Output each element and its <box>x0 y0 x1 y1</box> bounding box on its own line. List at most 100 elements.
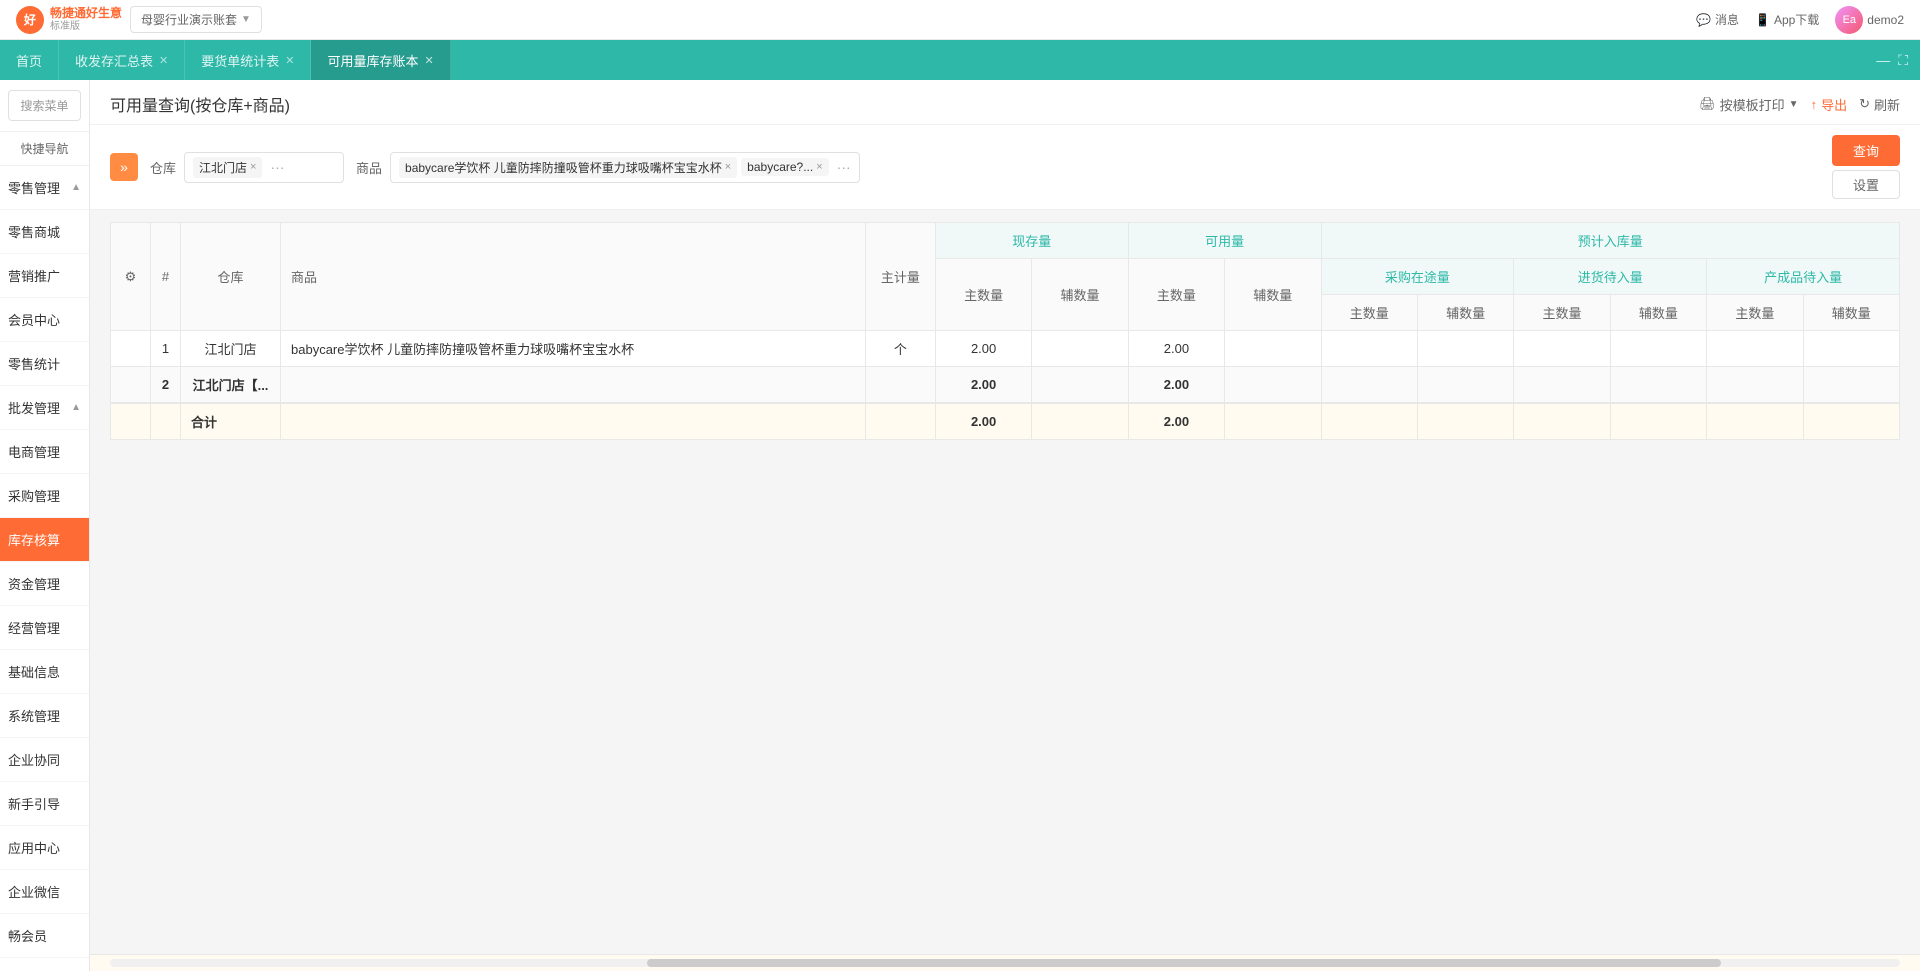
minimize-icon[interactable]: — <box>1876 52 1890 68</box>
product-dots[interactable]: ··· <box>837 159 851 175</box>
system-label: 系统管理 <box>8 706 60 725</box>
sidebar-item-batch-mgmt[interactable]: 批发管理 ▲ <box>0 386 89 430</box>
tab-close-all: — ⛶ <box>1864 40 1920 80</box>
product-input[interactable]: babycare学饮杯 儿童防摔防撞吸管杯重力球吸嘴杯宝宝水杯 × babyca… <box>390 152 860 183</box>
filter-toggle-btn[interactable]: » <box>110 153 138 181</box>
tab-available[interactable]: 可用量库存账本 ✕ <box>311 40 450 80</box>
tab-orders[interactable]: 要货单统计表 ✕ <box>185 40 311 80</box>
product-tag-2-value: babycare?... <box>747 160 813 174</box>
retail-mgmt-label: 零售管理 <box>8 178 60 197</box>
warehouse-tag-close[interactable]: × <box>250 161 256 173</box>
sidebar-item-retail-stats[interactable]: 零售统计 <box>0 342 89 386</box>
total-label: 合计 <box>181 403 281 440</box>
warehouse-input[interactable]: 江北门店 × ··· <box>184 152 344 183</box>
sidebar-item-retail-mall[interactable]: 零售商城 <box>0 210 89 254</box>
close-available-icon[interactable]: ✕ <box>425 54 434 67</box>
page-title: 可用量查询(按仓库+商品) <box>110 92 290 116</box>
finance-label: 资金管理 <box>8 574 60 593</box>
warehouse-filter-group: 仓库 江北门店 × ··· <box>150 152 344 183</box>
sidebar-item-enterprise[interactable]: 企业协同 <box>0 738 89 782</box>
marketing-label: 营销推广 <box>8 266 60 285</box>
th-inbound-pending-main: 主数量 <box>1514 295 1610 331</box>
product-tag-2: babycare?... × <box>741 158 828 176</box>
operations-label: 经营管理 <box>8 618 60 637</box>
expand-icon[interactable]: ⛶ <box>1898 52 1908 69</box>
batch-mgmt-label: 批发管理 <box>8 398 60 417</box>
close-receipts-icon[interactable]: ✕ <box>159 54 168 67</box>
refresh-btn[interactable]: ↻ 刷新 <box>1859 95 1900 114</box>
member-label: 会员中心 <box>8 310 60 329</box>
sidebar-item-vip[interactable]: 畅会员 <box>0 914 89 958</box>
sidebar-item-wechat[interactable]: 企业微信 <box>0 870 89 914</box>
vip-label: 畅会员 <box>8 926 47 945</box>
print-label: 按模板打印 <box>1720 95 1785 114</box>
row-inbound-main <box>1514 331 1610 367</box>
total-index <box>151 403 181 440</box>
industry-selector[interactable]: 母婴行业演示账套 ▼ <box>130 6 262 33</box>
product-tag-2-close[interactable]: × <box>816 161 822 173</box>
sidebar-item-marketing[interactable]: 营销推广 <box>0 254 89 298</box>
ecommerce-label: 电商管理 <box>8 442 60 461</box>
row-stock-sub <box>1032 331 1128 367</box>
sidebar-item-member[interactable]: 会员中心 <box>0 298 89 342</box>
tab-home[interactable]: 首页 <box>0 40 59 80</box>
tab-home-label: 首页 <box>16 51 42 70</box>
subtotal-inbound-main <box>1514 367 1610 404</box>
subtotal-product <box>281 367 866 404</box>
sidebar: 搜索菜单 快捷导航 零售管理 ▲ 零售商城 营销推广 会员中心 零售统计 批发管… <box>0 80 90 971</box>
th-production-main: 主数量 <box>1707 295 1803 331</box>
total-purchase-main <box>1321 403 1417 440</box>
total-avail-sub <box>1225 403 1321 440</box>
sidebar-item-system[interactable]: 系统管理 <box>0 694 89 738</box>
th-settings[interactable]: ⚙ <box>111 223 151 331</box>
row-purchase-main <box>1321 331 1417 367</box>
th-available-group: 可用量 <box>1128 223 1321 259</box>
main-layout: 搜索菜单 快捷导航 零售管理 ▲ 零售商城 营销推广 会员中心 零售统计 批发管… <box>0 80 1920 971</box>
sidebar-item-basic-info[interactable]: 基础信息 <box>0 650 89 694</box>
sidebar-item-ecommerce[interactable]: 电商管理 <box>0 430 89 474</box>
subtotal-stock-main: 2.00 <box>935 367 1031 404</box>
close-orders-icon[interactable]: ✕ <box>285 54 294 67</box>
total-stock-main: 2.00 <box>935 403 1031 440</box>
app-download-btn[interactable]: 📱 App下载 <box>1755 11 1819 28</box>
message-icon: 💬 <box>1696 13 1711 27</box>
query-btn[interactable]: 查询 <box>1832 135 1900 166</box>
warehouse-dots[interactable]: ··· <box>270 159 284 175</box>
subtotal-avail-sub <box>1225 367 1321 404</box>
basic-info-label: 基础信息 <box>8 662 60 681</box>
subtotal-avail-main: 2.00 <box>1128 367 1224 404</box>
subtotal-row: 2 江北门店【... 2.00 2.00 <box>111 367 1900 404</box>
user-area[interactable]: Ea demo2 <box>1835 6 1904 34</box>
sidebar-item-inventory[interactable]: 库存核算 <box>0 518 89 562</box>
download-icon: 📱 <box>1755 13 1770 27</box>
chevron-down-icon-batch: ▲ <box>71 402 81 413</box>
quick-nav-btn[interactable]: 快捷导航 <box>0 132 89 166</box>
table-area: ⚙ # 仓库 商品 主计量 现存量 可用量 预计入库量 主数量 辅数量 主数量 <box>90 210 1920 954</box>
sidebar-item-finance[interactable]: 资金管理 <box>0 562 89 606</box>
export-btn[interactable]: ↑ 导出 <box>1811 95 1848 114</box>
th-avail-main: 主数量 <box>1128 259 1224 331</box>
tab-receipts[interactable]: 收发存汇总表 ✕ <box>59 40 185 80</box>
search-menu-btn[interactable]: 搜索菜单 <box>8 90 81 121</box>
total-settings <box>111 403 151 440</box>
sidebar-item-retail-mgmt[interactable]: 零售管理 ▲ <box>0 166 89 210</box>
settings-btn[interactable]: 设置 <box>1832 170 1900 199</box>
th-index: # <box>151 223 181 331</box>
chevron-down-icon: ▼ <box>241 14 251 25</box>
filter-actions: 查询 设置 <box>1832 135 1900 199</box>
row-warehouse: 江北门店 <box>181 331 281 367</box>
horizontal-scrollbar[interactable] <box>110 959 1900 967</box>
industry-label: 母婴行业演示账套 <box>141 11 237 28</box>
row-product: babycare学饮杯 儿童防摔防撞吸管杯重力球吸嘴杯宝宝水杯 <box>281 331 866 367</box>
message-btn[interactable]: 💬 消息 <box>1696 11 1739 28</box>
sidebar-item-purchase[interactable]: 采购管理 <box>0 474 89 518</box>
warehouse-label: 仓库 <box>150 158 176 177</box>
sidebar-item-new-guide[interactable]: 新手引导 <box>0 782 89 826</box>
total-purchase-sub <box>1417 403 1513 440</box>
sidebar-item-operations[interactable]: 经营管理 <box>0 606 89 650</box>
th-inbound-pending-sub: 辅数量 <box>1610 295 1706 331</box>
sidebar-item-app-center[interactable]: 应用中心 <box>0 826 89 870</box>
scrollbar-area <box>90 954 1920 971</box>
print-template-btn[interactable]: 🖨 按模板打印 ▼ <box>1699 95 1798 114</box>
product-tag-1-close[interactable]: × <box>725 161 731 173</box>
